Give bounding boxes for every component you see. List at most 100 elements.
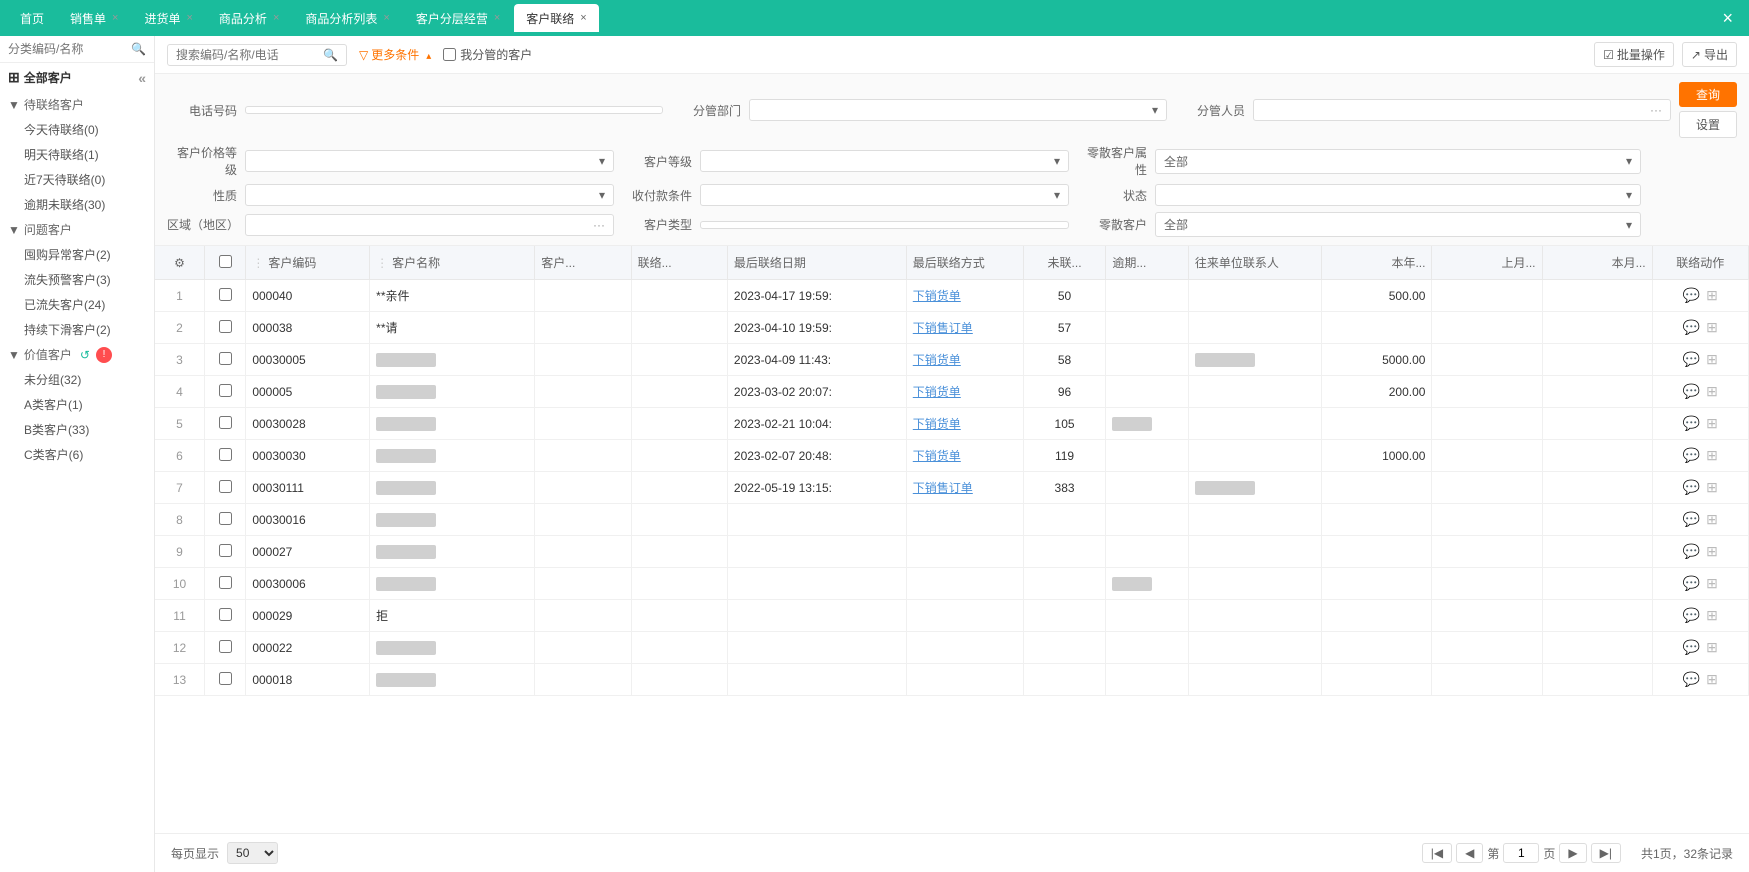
search-icon[interactable]: 🔍 xyxy=(323,48,338,62)
row-actions[interactable]: 💬 ⊞ xyxy=(1652,408,1748,440)
payment-select[interactable]: ▾ xyxy=(700,184,1069,206)
row-checkbox[interactable] xyxy=(219,672,232,685)
row-actions[interactable]: 💬 ⊞ xyxy=(1652,472,1748,504)
row-checkbox[interactable] xyxy=(219,320,232,333)
row-method[interactable]: 下销售订单 xyxy=(906,472,1023,504)
search-input[interactable] xyxy=(176,48,319,62)
row-check[interactable] xyxy=(205,536,246,568)
row-actions[interactable]: 💬 ⊞ xyxy=(1652,280,1748,312)
more-conditions-btn[interactable]: ▽ 更多条件 xyxy=(359,46,431,63)
row-check[interactable] xyxy=(205,312,246,344)
chat-icon[interactable]: 💬 xyxy=(1683,383,1700,400)
nature-select[interactable]: ▾ xyxy=(245,184,614,206)
tab-product-list-close[interactable]: × xyxy=(383,12,389,24)
row-checkbox[interactable] xyxy=(219,480,232,493)
row-checkbox[interactable] xyxy=(219,352,232,365)
method-link[interactable]: 下销货单 xyxy=(913,353,961,367)
per-page-select[interactable]: 50 100 200 xyxy=(227,842,278,864)
row-actions[interactable]: 💬 ⊞ xyxy=(1652,440,1748,472)
sidebar-item-today[interactable]: 今天待联络(0) xyxy=(0,117,154,142)
row-actions[interactable]: 💬 ⊞ xyxy=(1652,664,1748,696)
row-method[interactable] xyxy=(906,664,1023,696)
row-method[interactable]: 下销货单 xyxy=(906,376,1023,408)
method-link[interactable]: 下销售订单 xyxy=(913,321,973,335)
tab-sales[interactable]: 销售单 × xyxy=(58,4,130,32)
chat-icon[interactable]: 💬 xyxy=(1683,479,1700,496)
tab-customer-segment[interactable]: 客户分层经营 × xyxy=(404,4,512,32)
manager-input[interactable]: ··· xyxy=(1253,99,1671,121)
collapse-icon[interactable]: « xyxy=(138,70,146,86)
chat-icon[interactable]: 💬 xyxy=(1683,415,1700,432)
row-checkbox[interactable] xyxy=(219,512,232,525)
chat-icon[interactable]: 💬 xyxy=(1683,671,1700,688)
dept-select[interactable]: ▾ xyxy=(749,99,1167,121)
tab-home[interactable]: 首页 xyxy=(8,4,56,32)
sidebar-search-input[interactable] xyxy=(8,42,127,56)
status-select[interactable]: ▾ xyxy=(1155,184,1641,206)
row-checkbox[interactable] xyxy=(219,448,232,461)
row-check[interactable] xyxy=(205,472,246,504)
row-method[interactable]: 下销货单 xyxy=(906,344,1023,376)
grid-action-icon[interactable]: ⊞ xyxy=(1706,447,1718,464)
row-checkbox[interactable] xyxy=(219,608,232,621)
row-check[interactable] xyxy=(205,280,246,312)
retail-customer-select[interactable]: 全部 ▾ xyxy=(1155,212,1641,237)
grid-action-icon[interactable]: ⊞ xyxy=(1706,671,1718,688)
sidebar-search-box[interactable]: 🔍 xyxy=(0,36,154,63)
sidebar-item-hoarding[interactable]: 囤购异常客户(2) xyxy=(0,242,154,267)
tab-purchase[interactable]: 进货单 × xyxy=(132,4,204,32)
grid-action-icon[interactable]: ⊞ xyxy=(1706,543,1718,560)
method-link[interactable]: 下销售订单 xyxy=(913,481,973,495)
customer-grade-select[interactable]: ▾ xyxy=(700,150,1069,172)
method-link[interactable]: 下销货单 xyxy=(913,289,961,303)
row-method[interactable] xyxy=(906,504,1023,536)
row-actions[interactable]: 💬 ⊞ xyxy=(1652,568,1748,600)
price-grade-select[interactable]: ▾ xyxy=(245,150,614,172)
row-method[interactable] xyxy=(906,600,1023,632)
row-actions[interactable]: 💬 ⊞ xyxy=(1652,344,1748,376)
settings-icon[interactable]: ⚙ xyxy=(174,256,185,270)
row-actions[interactable]: 💬 ⊞ xyxy=(1652,536,1748,568)
row-checkbox[interactable] xyxy=(219,640,232,653)
all-customers-header[interactable]: ⊞ 全部客户 « xyxy=(0,63,154,92)
sidebar-item-churned[interactable]: 已流失客户(24) xyxy=(0,292,154,317)
row-method[interactable]: 下销货单 xyxy=(906,408,1023,440)
row-actions[interactable]: 💬 ⊞ xyxy=(1652,504,1748,536)
chat-icon[interactable]: 💬 xyxy=(1683,351,1700,368)
last-page-btn[interactable]: ▶| xyxy=(1591,843,1621,863)
sidebar-item-7days[interactable]: 近7天待联络(0) xyxy=(0,167,154,192)
refresh-icon[interactable]: ↺ xyxy=(80,348,90,362)
sidebar-item-overdue[interactable]: 逾期未联络(30) xyxy=(0,192,154,217)
grid-action-icon[interactable]: ⊞ xyxy=(1706,383,1718,400)
grid-action-icon[interactable]: ⊞ xyxy=(1706,479,1718,496)
reset-button[interactable]: 设置 xyxy=(1679,111,1737,138)
chat-icon[interactable]: 💬 xyxy=(1683,319,1700,336)
sidebar-item-class-c[interactable]: C类客户(6) xyxy=(0,442,154,467)
row-check[interactable] xyxy=(205,664,246,696)
region-dots-icon[interactable]: ··· xyxy=(593,218,605,232)
chat-icon[interactable]: 💬 xyxy=(1683,447,1700,464)
select-all-checkbox[interactable] xyxy=(219,255,232,268)
tab-sales-close[interactable]: × xyxy=(112,12,118,24)
dots-icon[interactable]: ··· xyxy=(1650,103,1662,117)
sidebar-item-churn-warn[interactable]: 流失预警客户(3) xyxy=(0,267,154,292)
chat-icon[interactable]: 💬 xyxy=(1683,543,1700,560)
row-method[interactable] xyxy=(906,536,1023,568)
row-checkbox[interactable] xyxy=(219,384,232,397)
sidebar-item-class-a[interactable]: A类客户(1) xyxy=(0,392,154,417)
tab-purchase-close[interactable]: × xyxy=(186,12,192,24)
query-button[interactable]: 查询 xyxy=(1679,82,1737,107)
row-actions[interactable]: 💬 ⊞ xyxy=(1652,312,1748,344)
row-check[interactable] xyxy=(205,632,246,664)
next-page-btn[interactable]: ▶ xyxy=(1559,843,1586,863)
row-checkbox[interactable] xyxy=(219,544,232,557)
grid-action-icon[interactable]: ⊞ xyxy=(1706,287,1718,304)
grid-action-icon[interactable]: ⊞ xyxy=(1706,351,1718,368)
col-settings[interactable]: ⚙ xyxy=(155,246,205,280)
grid-action-icon[interactable]: ⊞ xyxy=(1706,415,1718,432)
row-check[interactable] xyxy=(205,344,246,376)
row-check[interactable] xyxy=(205,440,246,472)
row-check[interactable] xyxy=(205,600,246,632)
customer-type-select[interactable] xyxy=(700,221,1069,229)
chat-icon[interactable]: 💬 xyxy=(1683,575,1700,592)
